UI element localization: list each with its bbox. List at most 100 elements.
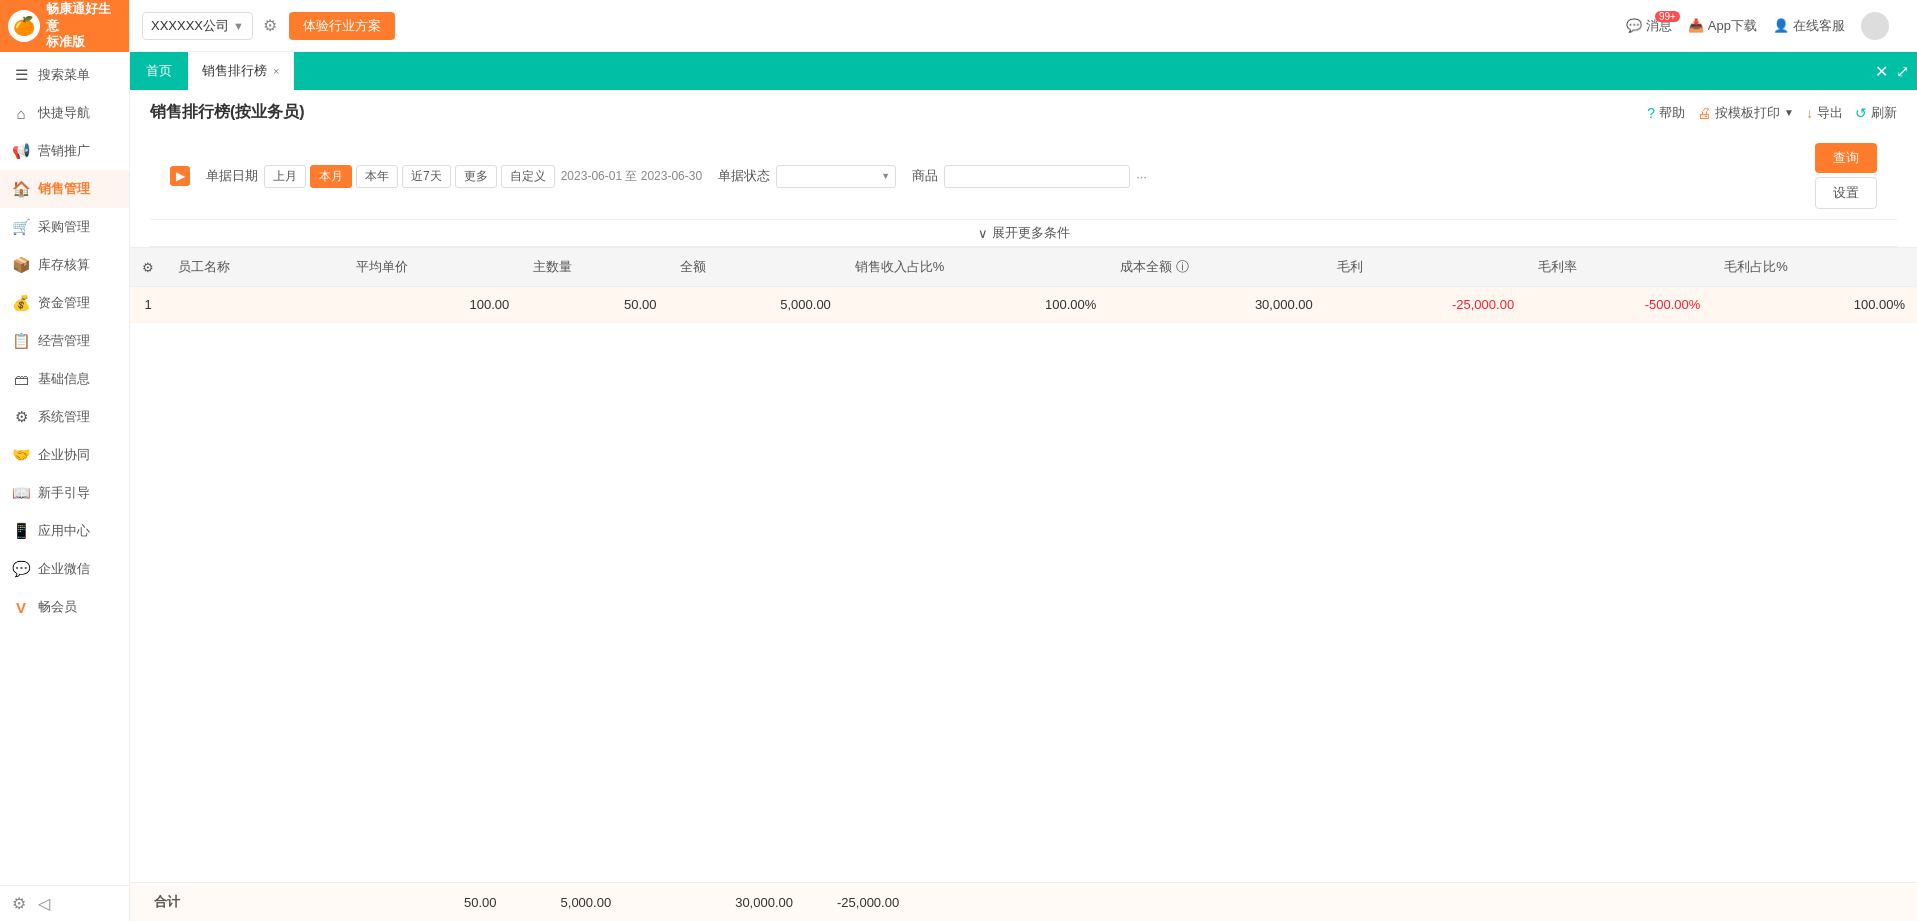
data-table: ⚙ 员工名称 平均单价 主数量 全额 销售收入占比% 成本全额 ⓘ 毛利 毛利率…	[130, 248, 1917, 323]
company-selector[interactable]: XXXXXX公司 ▼	[142, 12, 253, 40]
status-select[interactable]	[776, 165, 896, 188]
topbar-right: 💬 消息 99+ 📥 App下载 👤 在线客服	[1626, 12, 1905, 40]
table-header: ⚙ 员工名称 平均单价 主数量 全额 销售收入占比% 成本全额 ⓘ 毛利 毛利率…	[130, 248, 1917, 287]
prev-month-btn[interactable]: 上月	[264, 165, 306, 188]
sidebar-item-quick-nav[interactable]: ⌂ 快捷导航	[0, 94, 129, 132]
sidebar-item-inventory[interactable]: 📦 库存核算	[0, 246, 129, 284]
operation-icon: 📋	[12, 332, 30, 350]
refresh-button[interactable]: ↺ 刷新	[1855, 104, 1897, 122]
goods-more-icon[interactable]: ···	[1136, 169, 1147, 184]
menu-icon: ☰	[12, 66, 30, 84]
cell-cost: 30,000.00	[1108, 287, 1324, 323]
goods-input[interactable]	[944, 165, 1130, 188]
sidebar-item-purchase[interactable]: 🛒 采购管理	[0, 208, 129, 246]
more-date-btn[interactable]: 更多	[455, 165, 497, 188]
date-range-text: 2023-06-01 至 2023-06-30	[561, 168, 702, 185]
support-icon: 👤	[1773, 18, 1789, 33]
sidebar-nav: ☰ 搜索菜单 ⌂ 快捷导航 📢 营销推广 🏠 销售管理 🛒 采购管理 📦 库存核…	[0, 52, 129, 885]
sidebar-item-enterprise-wechat[interactable]: 💬 企业微信	[0, 550, 129, 588]
page-title: 销售排行榜(按业务员)	[150, 102, 305, 123]
message-button[interactable]: 💬 消息 99+	[1626, 17, 1672, 35]
main-area: XXXXXX公司 ▼ ⚙ 体验行业方案 💬 消息 99+ 📥 App下载 👤 在…	[130, 0, 1917, 921]
trial-button[interactable]: 体验行业方案	[289, 12, 395, 40]
member-icon: V	[12, 599, 30, 616]
sidebar-logo: 🍊 畅康通好生意 标准版	[0, 0, 129, 52]
sidebar-item-finance[interactable]: 💰 资金管理	[0, 284, 129, 322]
col-gross-profit: 毛利	[1325, 248, 1526, 287]
download-icon: 📥	[1688, 18, 1704, 33]
sidebar-item-operation[interactable]: 📋 经营管理	[0, 322, 129, 360]
custom-date-btn[interactable]: 自定义	[501, 165, 555, 188]
page-title-row: 销售排行榜(按业务员) ? 帮助 🖨 按模板打印 ▼ ↓ 导出	[150, 102, 1897, 133]
sidebar-item-marketing[interactable]: 📢 营销推广	[0, 132, 129, 170]
date-filter-group: 单据日期 上月 本月 本年 近7天 更多 自定义 2023-06-01 至 20…	[206, 165, 702, 188]
message-icon: 💬	[1626, 18, 1642, 33]
sidebar-item-basic-info[interactable]: 🗃 基础信息	[0, 360, 129, 398]
print-button[interactable]: 🖨 按模板打印 ▼	[1697, 104, 1794, 122]
logo-icon: 🍊	[8, 10, 40, 42]
status-filter-label: 单据状态	[718, 167, 770, 185]
tab-sales-ranking[interactable]: 销售排行榜 ×	[188, 52, 294, 90]
marketing-icon: 📢	[12, 142, 30, 160]
table-area: ⚙ 员工名称 平均单价 主数量 全额 销售收入占比% 成本全额 ⓘ 毛利 毛利率…	[130, 248, 1917, 882]
cell-employee	[166, 287, 344, 323]
company-chevron-icon: ▼	[233, 20, 244, 32]
date-filter-label: 单据日期	[206, 167, 258, 185]
refresh-icon: ↺	[1855, 105, 1867, 121]
page-actions: ? 帮助 🖨 按模板打印 ▼ ↓ 导出 ↺ 刷新	[1647, 104, 1897, 122]
last-7days-btn[interactable]: 近7天	[402, 165, 451, 188]
close-tab-icon[interactable]: ×	[273, 65, 279, 77]
current-month-btn[interactable]: 本月	[310, 165, 352, 188]
table-row: 1 100.00 50.00 5,000.00 100.00% 30,000.0…	[130, 287, 1917, 323]
table-footer: 合计 50.00 5,000.00 30,000.00 -25,000.00	[130, 882, 1917, 921]
sidebar-item-app-center[interactable]: 📱 应用中心	[0, 512, 129, 550]
footer-settings-icon[interactable]: ⚙	[12, 894, 26, 913]
cell-quantity: 50.00	[521, 287, 668, 323]
status-select-wrap	[776, 165, 896, 188]
status-filter-group: 单据状态	[718, 165, 896, 188]
cell-gross-rate: -500.00%	[1526, 287, 1712, 323]
this-year-btn[interactable]: 本年	[356, 165, 398, 188]
finance-icon: 💰	[12, 294, 30, 312]
inventory-icon: 📦	[12, 256, 30, 274]
sidebar-item-enterprise-collab[interactable]: 🤝 企业协同	[0, 436, 129, 474]
sidebar-item-search-order[interactable]: ☰ 搜索菜单	[0, 56, 129, 94]
col-avg-price: 平均单价	[344, 248, 522, 287]
close-window-button[interactable]: ✕	[1875, 62, 1888, 81]
guide-icon: 📖	[12, 484, 30, 502]
footer-quantity: 50.00	[452, 895, 509, 910]
col-settings[interactable]: ⚙	[130, 248, 166, 287]
app-download-button[interactable]: 📥 App下载	[1688, 17, 1757, 35]
help-icon: ?	[1647, 105, 1655, 121]
col-total: 全额	[668, 248, 842, 287]
settings-button[interactable]: 设置	[1815, 177, 1877, 209]
expand-chevron-icon: ∨	[978, 226, 988, 241]
cell-avg-price: 100.00	[344, 287, 522, 323]
print-icon: 🖨	[1697, 105, 1711, 121]
filter-toggle-button[interactable]: ▶	[170, 166, 190, 186]
sidebar-item-new-guide[interactable]: 📖 新手引导	[0, 474, 129, 512]
topbar: XXXXXX公司 ▼ ⚙ 体验行业方案 💬 消息 99+ 📥 App下载 👤 在…	[130, 0, 1917, 52]
tab-home[interactable]: 首页	[130, 52, 188, 90]
page-content: 销售排行榜(按业务员) ? 帮助 🖨 按模板打印 ▼ ↓ 导出	[130, 90, 1917, 921]
maximize-button[interactable]: ⤢	[1896, 62, 1909, 81]
sidebar-item-member[interactable]: V 畅会员	[0, 588, 129, 626]
avatar[interactable]	[1861, 12, 1889, 40]
help-button[interactable]: ? 帮助	[1647, 104, 1685, 122]
topbar-settings-icon[interactable]: ⚙	[263, 16, 277, 35]
expand-button[interactable]: ∨ 展开更多条件	[978, 224, 1070, 242]
date-buttons: 上月 本月 本年 近7天 更多 自定义	[264, 165, 555, 188]
query-button[interactable]: 查询	[1815, 143, 1877, 173]
cell-gross-ratio: 100.00%	[1712, 287, 1917, 323]
goods-filter-label: 商品	[912, 167, 938, 185]
export-button[interactable]: ↓ 导出	[1806, 104, 1843, 122]
sidebar-item-system[interactable]: ⚙ 系统管理	[0, 398, 129, 436]
basic-info-icon: 🗃	[12, 371, 30, 388]
home-icon: ⌂	[12, 105, 30, 122]
app-icon: 📱	[12, 522, 30, 540]
tab-controls: ✕ ⤢	[1867, 62, 1917, 81]
online-support-button[interactable]: 👤 在线客服	[1773, 17, 1845, 35]
footer-collapse-icon[interactable]: ◁	[38, 894, 50, 913]
sidebar-item-sales[interactable]: 🏠 销售管理	[0, 170, 129, 208]
tabbar: 首页 销售排行榜 × ✕ ⤢	[130, 52, 1917, 90]
